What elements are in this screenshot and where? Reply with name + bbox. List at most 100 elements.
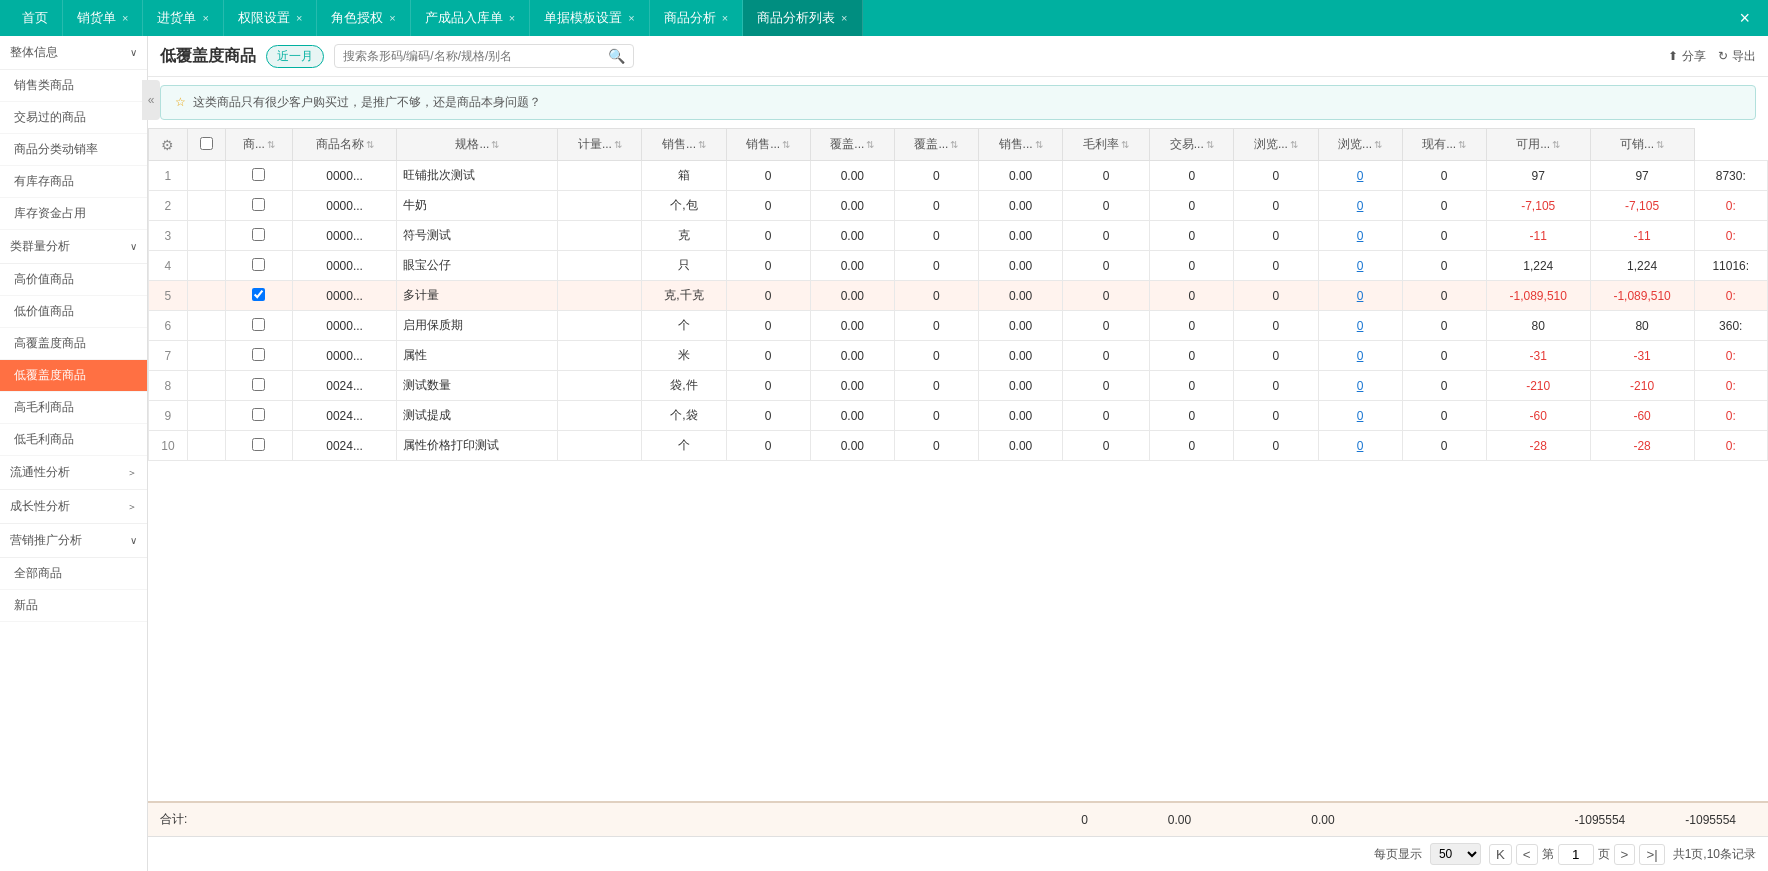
nav-close-product-warehouse[interactable]: × [509,12,515,24]
row-browse1-4[interactable]: 0 [1318,281,1402,311]
row-browse1-3[interactable]: 0 [1318,251,1402,281]
window-close-button[interactable]: × [1729,8,1760,29]
sort-sales-days-icon[interactable]: ⇅ [1035,139,1043,150]
row-sales-qty-0: 0 [726,161,810,191]
sort-unit-icon[interactable]: ⇅ [614,139,622,150]
sidebar-item-all-products[interactable]: 全部商品 [0,558,147,590]
row-checkbox-8[interactable] [226,401,292,431]
row-checkbox-9[interactable] [226,431,292,461]
row-browse1-1[interactable]: 0 [1318,191,1402,221]
col-settings[interactable]: ⚙ [149,129,188,161]
row-settings-4[interactable] [187,281,225,311]
last-page-button[interactable]: >| [1639,844,1664,865]
share-button[interactable]: ⬆ 分享 [1668,48,1706,65]
sidebar-item-high-value[interactable]: 高价值商品 [0,264,147,296]
prev-page-button[interactable]: < [1516,844,1538,865]
sidebar-section-growth[interactable]: 成长性分析 ＞ [0,490,147,524]
sidebar-item-low-gross[interactable]: 低毛利商品 [0,424,147,456]
nav-item-product-analysis-list[interactable]: 商品分析列表 × [743,0,862,36]
row-settings-8[interactable] [187,401,225,431]
page-number-input[interactable] [1558,844,1594,865]
first-page-button[interactable]: K [1489,844,1512,865]
row-checkbox-7[interactable] [226,371,292,401]
sort-available-stock-icon[interactable]: ⇅ [1552,139,1560,150]
row-browse1-9[interactable]: 0 [1318,431,1402,461]
sort-sales-qty-icon[interactable]: ⇅ [698,139,706,150]
nav-close-role[interactable]: × [389,12,395,24]
nav-item-sales[interactable]: 销货单 × [63,0,143,36]
sidebar-item-new-products[interactable]: 新品 [0,590,147,622]
row-available-stock-5: 80 [1590,311,1694,341]
search-input[interactable] [343,49,608,63]
sidebar-item-low-value[interactable]: 低价值商品 [0,296,147,328]
row-checkbox-3[interactable] [226,251,292,281]
row-settings-9[interactable] [187,431,225,461]
nav-item-product-analysis[interactable]: 商品分析 × [650,0,743,36]
sort-sales-amt-icon[interactable]: ⇅ [782,139,790,150]
sort-cov2-icon[interactable]: ⇅ [950,139,958,150]
row-checkbox-1[interactable] [226,191,292,221]
row-settings-7[interactable] [187,371,225,401]
row-settings-6[interactable] [187,341,225,371]
row-browse1-7[interactable]: 0 [1318,371,1402,401]
sort-spec-icon[interactable]: ⇅ [491,139,499,150]
row-browse1-2[interactable]: 0 [1318,221,1402,251]
filter-recent-month-button[interactable]: 近一月 [266,45,324,68]
sidebar-item-traded-products[interactable]: 交易过的商品 [0,102,147,134]
select-all-checkbox[interactable] [200,137,213,150]
nav-item-template[interactable]: 单据模板设置 × [530,0,649,36]
row-checkbox-4[interactable] [226,281,292,311]
row-checkbox-6[interactable] [226,341,292,371]
nav-close-purchase[interactable]: × [202,12,208,24]
nav-close-template[interactable]: × [628,12,634,24]
sort-code-icon[interactable]: ⇅ [267,139,275,150]
sort-name-icon[interactable]: ⇅ [366,139,374,150]
nav-item-permission[interactable]: 权限设置 × [224,0,317,36]
sort-cov1-icon[interactable]: ⇅ [866,139,874,150]
row-browse1-8[interactable]: 0 [1318,401,1402,431]
nav-item-purchase[interactable]: 进货单 × [143,0,223,36]
sort-sellable-icon[interactable]: ⇅ [1656,139,1664,150]
sidebar-section-circulation[interactable]: 流通性分析 ＞ [0,456,147,490]
settings-icon[interactable]: ⚙ [161,137,174,153]
sort-browse2-icon[interactable]: ⇅ [1374,139,1382,150]
sort-current-stock-icon[interactable]: ⇅ [1458,139,1466,150]
row-checkbox-5[interactable] [226,311,292,341]
row-settings-0[interactable] [187,161,225,191]
row-settings-5[interactable] [187,311,225,341]
sidebar-item-sales-products[interactable]: 销售类商品 [0,70,147,102]
row-browse1-6[interactable]: 0 [1318,341,1402,371]
sidebar-item-stock-products[interactable]: 有库存商品 [0,166,147,198]
export-button[interactable]: ↻ 导出 [1718,48,1756,65]
sidebar-collapse-button[interactable]: « [142,80,160,120]
sidebar-section-marketing[interactable]: 营销推广分析 ∨ [0,524,147,558]
nav-item-role[interactable]: 角色授权 × [317,0,410,36]
sidebar-item-high-gross[interactable]: 高毛利商品 [0,392,147,424]
row-checkbox-0[interactable] [226,161,292,191]
sidebar-section-cluster[interactable]: 类群量分析 ∨ [0,230,147,264]
sort-browse1-icon[interactable]: ⇅ [1290,139,1298,150]
sort-trade-icon[interactable]: ⇅ [1206,139,1214,150]
sidebar-section-overall[interactable]: 整体信息 ∨ [0,36,147,70]
table-wrapper[interactable]: ⚙ 商...⇅ 商品名称⇅ 规格...⇅ 计量...⇅ 销售...⇅ 销售...… [148,128,1768,801]
row-checkbox-2[interactable] [226,221,292,251]
nav-close-product-analysis[interactable]: × [722,12,728,24]
sidebar-item-stock-capital[interactable]: 库存资金占用 [0,198,147,230]
sidebar-item-category-rate[interactable]: 商品分类动销率 [0,134,147,166]
row-settings-2[interactable] [187,221,225,251]
nav-close-sales[interactable]: × [122,12,128,24]
row-browse1-0[interactable]: 0 [1318,161,1402,191]
nav-close-product-analysis-list[interactable]: × [841,12,847,24]
row-available-stock-8: -60 [1590,401,1694,431]
row-settings-3[interactable] [187,251,225,281]
sidebar-item-high-coverage[interactable]: 高覆盖度商品 [0,328,147,360]
row-settings-1[interactable] [187,191,225,221]
nav-item-home[interactable]: 首页 [8,0,63,36]
row-browse1-5[interactable]: 0 [1318,311,1402,341]
per-page-select[interactable]: 50 10 20 100 [1430,843,1481,865]
nav-close-permission[interactable]: × [296,12,302,24]
sort-gross-icon[interactable]: ⇅ [1121,139,1129,150]
next-page-button[interactable]: > [1614,844,1636,865]
sidebar-item-low-coverage[interactable]: 低覆盖度商品 [0,360,147,392]
nav-item-product-warehouse[interactable]: 产成品入库单 × [411,0,530,36]
